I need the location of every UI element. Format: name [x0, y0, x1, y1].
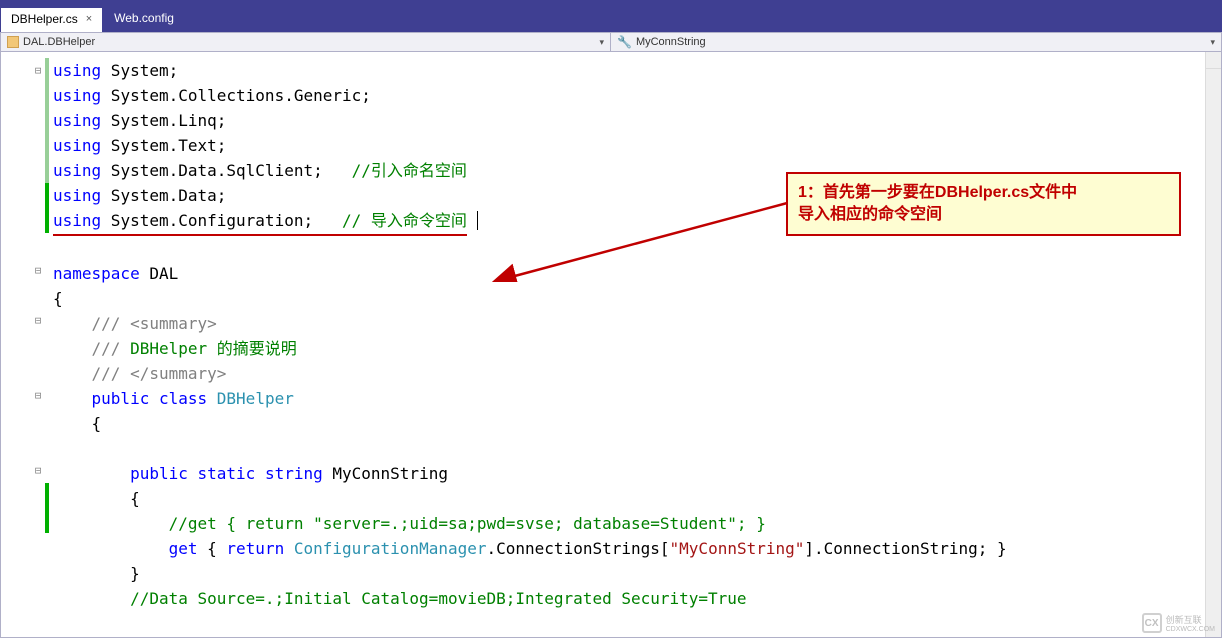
code-line: /// DBHelper 的摘要说明 [53, 339, 297, 358]
type-dropdown[interactable]: DAL.DBHelper ▾ [1, 33, 611, 51]
outlining-gutter: ⊟ ⊟⊟ ⊟ ⊟ [31, 52, 45, 637]
watermark-sub: CDXWCX.COM [1166, 626, 1215, 633]
code-area[interactable]: using System; using System.Collections.G… [49, 52, 1221, 637]
vertical-scrollbar[interactable] [1205, 52, 1221, 637]
tab-label: DBHelper.cs [11, 12, 78, 26]
property-icon: 🔧 [617, 35, 632, 49]
code-line: using System.Data; [53, 186, 226, 205]
code-line: get { return ConfigurationManager.Connec… [53, 539, 1007, 558]
code-line: { [53, 489, 140, 508]
class-icon [7, 36, 19, 48]
code-line: namespace DAL [53, 264, 178, 283]
navigation-bar: DAL.DBHelper ▾ 🔧 MyConnString ▾ [0, 32, 1222, 52]
member-name: MyConnString [636, 36, 706, 48]
close-icon[interactable]: × [86, 13, 92, 25]
tab-dbhelper[interactable]: DBHelper.cs × [0, 7, 103, 32]
code-line: { [53, 414, 101, 433]
watermark-brand: 创新互联 [1166, 613, 1215, 626]
annotation-callout: 1：首先第一步要在DBHelper.cs文件中 导入相应的命令空间 [786, 172, 1181, 236]
watermark-icon: CX [1142, 613, 1162, 633]
chevron-down-icon: ▾ [599, 37, 604, 48]
code-line: public static string MyConnString [53, 464, 448, 483]
callout-line2: 导入相应的命令空间 [798, 204, 1169, 226]
code-line: using System.Data.SqlClient; //引入命名空间 [53, 161, 467, 180]
watermark: CX 创新互联 CDXWCX.COM [1142, 613, 1215, 633]
margin-gutter [1, 52, 31, 637]
code-line: /// <summary> [53, 314, 217, 333]
code-line-highlighted: using System.Configuration; // 导入命令空间 [53, 208, 467, 236]
code-line: //get { return "server=.;uid=sa;pwd=svse… [53, 514, 766, 533]
tab-label: Web.config [114, 11, 174, 25]
callout-line1: 1：首先第一步要在DBHelper.cs文件中 [798, 182, 1169, 204]
code-line: /// </summary> [53, 364, 226, 383]
code-line: public class DBHelper [53, 389, 294, 408]
chevron-down-icon: ▾ [1210, 37, 1215, 48]
member-dropdown[interactable]: 🔧 MyConnString ▾ [611, 33, 1221, 51]
tab-bar: DBHelper.cs × Web.config [0, 4, 1222, 32]
code-line: //Data Source=.;Initial Catalog=movieDB;… [53, 589, 747, 608]
code-line: { [53, 289, 63, 308]
code-line: using System.Linq; [53, 111, 226, 130]
code-line: using System; [53, 61, 178, 80]
code-line: } [53, 564, 140, 583]
code-line: using System.Collections.Generic; [53, 86, 371, 105]
text-cursor [467, 211, 478, 230]
tab-webconfig[interactable]: Web.config [104, 7, 184, 31]
code-line: using System.Text; [53, 136, 226, 155]
code-editor[interactable]: ⊟ ⊟⊟ ⊟ ⊟ using System; using System.Coll… [0, 52, 1222, 638]
type-name: DAL.DBHelper [23, 36, 95, 48]
